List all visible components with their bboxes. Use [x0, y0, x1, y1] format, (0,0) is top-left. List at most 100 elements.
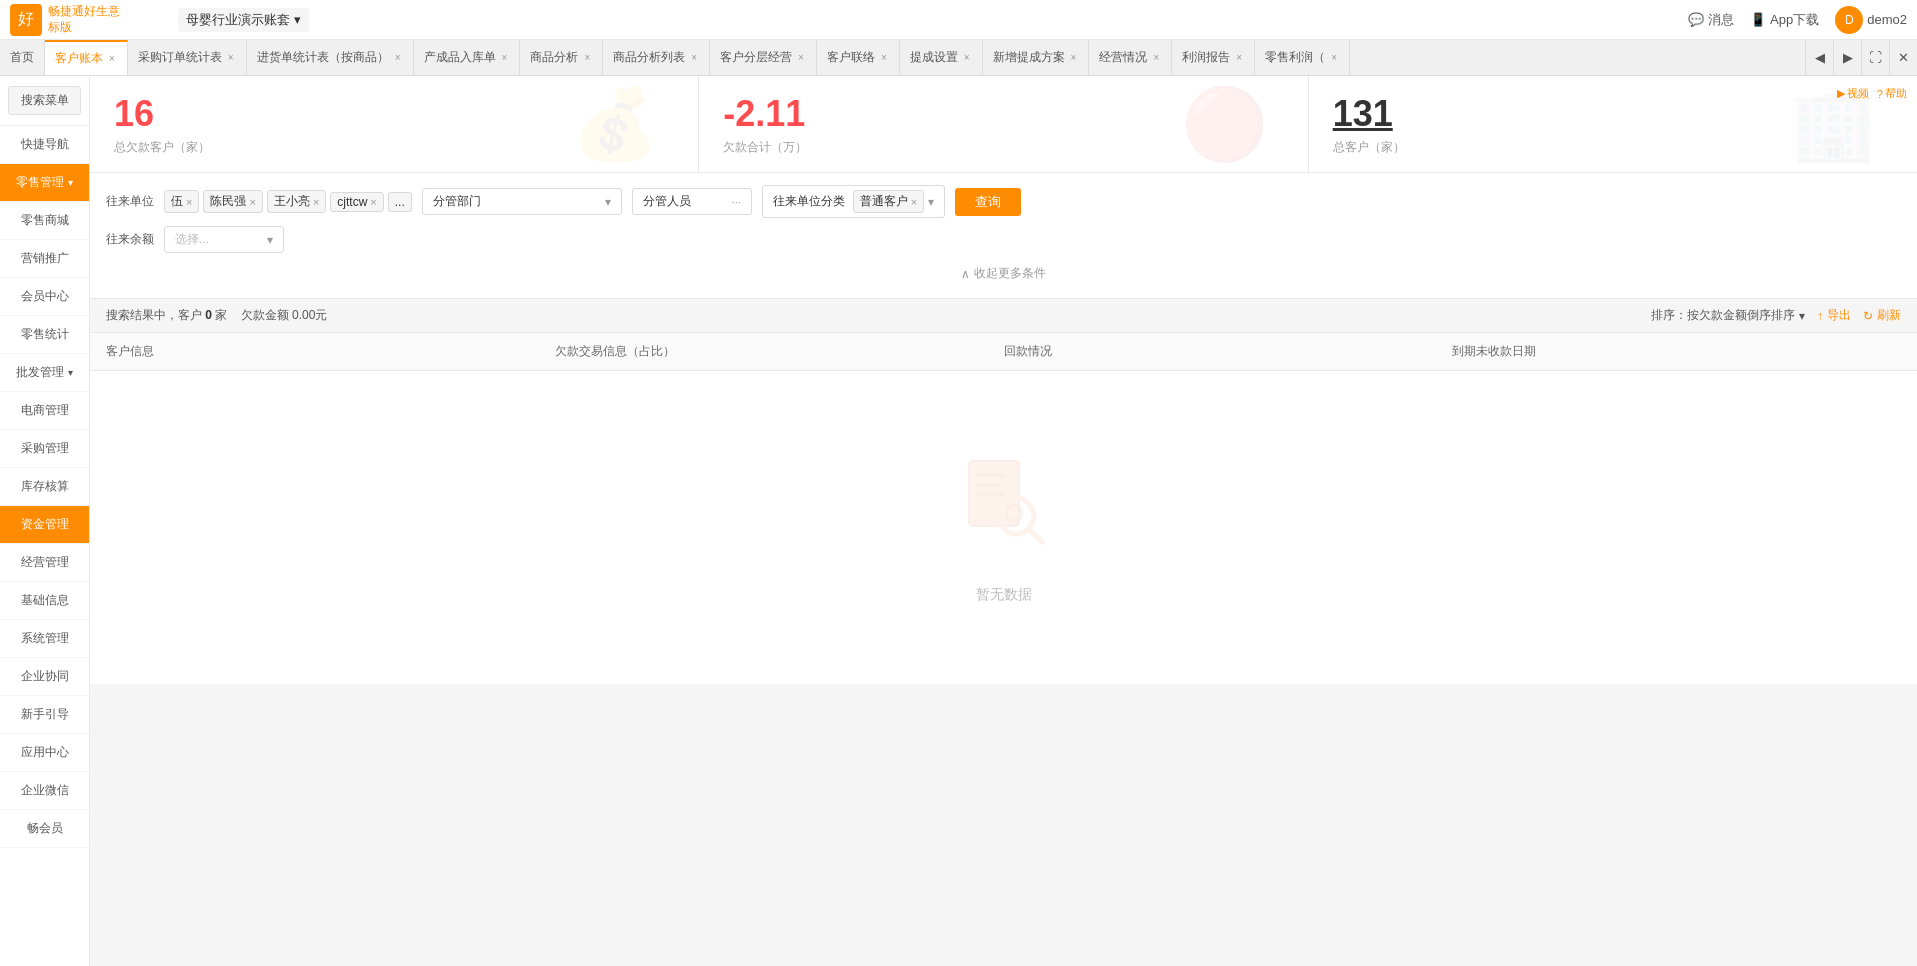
tab-close-product-in[interactable]: ×: [500, 51, 510, 64]
tab-home[interactable]: 首页: [0, 40, 45, 76]
tab-close-promotion-settings[interactable]: ×: [962, 51, 972, 64]
remove-tag-normal-customer[interactable]: ×: [911, 196, 917, 208]
filter-balance-label: 往来余额: [106, 231, 154, 248]
tab-goods-analysis[interactable]: 商品分析 ×: [520, 40, 603, 76]
video-help-link[interactable]: ▶ 视频: [1837, 86, 1869, 101]
filter-balance-select[interactable]: 选择... ▾: [164, 226, 284, 253]
tab-close-all[interactable]: ✕: [1889, 40, 1917, 76]
tab-close-purchase-order[interactable]: ×: [226, 51, 236, 64]
sidebar-item-system[interactable]: 系统管理: [0, 620, 89, 658]
filter-tag-cjttcw[interactable]: cjttcw ×: [330, 192, 383, 212]
sidebar-item-enterprise-wx[interactable]: 企业微信: [0, 772, 89, 810]
svg-rect-1: [976, 473, 1006, 477]
sidebar-item-cooperation[interactable]: 企业协同: [0, 658, 89, 696]
tabs-bar: 首页 客户账本 × 采购订单统计表 × 进货单统计表（按商品） × 产成品入库单…: [0, 40, 1917, 76]
export-button[interactable]: ↑ 导出: [1817, 307, 1851, 324]
tab-close-stock-in[interactable]: ×: [393, 51, 403, 64]
sidebar-item-newbie[interactable]: 新手引导: [0, 696, 89, 734]
filter-unit-type-select[interactable]: 往来单位分类 普通客户 × ▾: [762, 185, 945, 218]
filter-tag-wu[interactable]: 伍 ×: [164, 190, 199, 213]
sidebar-item-app-center[interactable]: 应用中心: [0, 734, 89, 772]
tab-maximize[interactable]: ⛶: [1861, 40, 1889, 76]
company-selector[interactable]: 母婴行业演示账套 ▾: [178, 8, 309, 32]
search-menu-button[interactable]: 搜索菜单: [8, 86, 81, 115]
sidebar-item-member[interactable]: 会员中心: [0, 278, 89, 316]
result-actions: 排序：按欠款金额倒序排序 ▾ ↑ 导出 ↻ 刷新: [1651, 307, 1901, 324]
sidebar-item-retail[interactable]: 零售管理 ▾: [0, 164, 89, 202]
help-link[interactable]: ? 帮助: [1877, 86, 1907, 101]
export-icon: ↑: [1817, 309, 1823, 323]
sidebar-item-quick-nav[interactable]: 快捷导航: [0, 126, 89, 164]
tab-close-business[interactable]: ×: [1151, 51, 1161, 64]
stat-card-customers: 💰 16 总欠款客户（家）: [90, 76, 698, 172]
result-bar: 搜索结果中，客户 0 家 欠款金额 0.00元 排序：按欠款金额倒序排序 ▾ ↑…: [90, 299, 1917, 333]
sidebar-item-marketing[interactable]: 营销推广: [0, 240, 89, 278]
empty-state: 暂无数据: [90, 371, 1917, 684]
collapse-btn[interactable]: ∧ 收起更多条件: [961, 265, 1046, 282]
main-content: 💰 16 总欠款客户（家） 🔴 -2.11 欠款合计（万） 🏢 ▶ 视频 ?: [90, 76, 1917, 966]
tab-close-accounts[interactable]: ×: [107, 52, 117, 65]
refresh-button[interactable]: ↻ 刷新: [1863, 307, 1901, 324]
tab-purchase-order[interactable]: 采购订单统计表 ×: [128, 40, 247, 76]
remove-tag-wu[interactable]: ×: [186, 196, 192, 208]
tab-promotion-settings[interactable]: 提成设置 ×: [900, 40, 983, 76]
tab-business[interactable]: 经营情况 ×: [1089, 40, 1172, 76]
sidebar-item-wholesale[interactable]: 批发管理 ▾: [0, 354, 89, 392]
tab-customer-contact[interactable]: 客户联络 ×: [817, 40, 900, 76]
filter-row-1: 往来单位 伍 × 陈民强 × 王小亮 × cjttcw: [106, 185, 1901, 218]
tab-close-customer-contact[interactable]: ×: [879, 51, 889, 64]
filter-tag-wang[interactable]: 王小亮 ×: [267, 190, 326, 213]
remove-tag-chen[interactable]: ×: [249, 196, 255, 208]
sidebar-item-retail-stats[interactable]: 零售统计: [0, 316, 89, 354]
stat-bg-icon-money: 💰: [571, 83, 658, 165]
sidebar-item-purchase[interactable]: 采购管理: [0, 430, 89, 468]
filter-row-2: 往来余额 选择... ▾: [106, 226, 1901, 253]
sidebar-item-finance[interactable]: 资金管理: [0, 506, 89, 544]
filter-tag-more[interactable]: ...: [388, 192, 412, 212]
tab-close-profit-report[interactable]: ×: [1234, 51, 1244, 64]
filter-area: 往来单位 伍 × 陈民强 × 王小亮 × cjttcw: [90, 173, 1917, 299]
tab-stock-in[interactable]: 进货单统计表（按商品） ×: [247, 40, 414, 76]
chevron-down-dept-icon: ▾: [605, 195, 611, 209]
filter-tag-normal-customer[interactable]: 普通客户 ×: [853, 190, 924, 213]
sidebar: 搜索菜单 快捷导航 零售管理 ▾ 零售商城 营销推广 会员中心 零售统计 批发管…: [0, 76, 90, 966]
tab-close-retail-profit[interactable]: ×: [1329, 51, 1339, 64]
tab-close-goods-analysis-list[interactable]: ×: [689, 51, 699, 64]
tab-product-in[interactable]: 产成品入库单 ×: [414, 40, 521, 76]
stat-bg-icon-debt: 🔴: [1181, 83, 1268, 165]
empty-icon: [954, 451, 1054, 570]
sort-selector[interactable]: 排序：按欠款金额倒序排序 ▾: [1651, 307, 1805, 324]
tab-close-goods-analysis[interactable]: ×: [582, 51, 592, 64]
filter-tag-chen[interactable]: 陈民强 ×: [203, 190, 262, 213]
sidebar-item-inventory[interactable]: 库存核算: [0, 468, 89, 506]
tab-close-new-promotion[interactable]: ×: [1069, 51, 1079, 64]
sidebar-item-member2[interactable]: 畅会员: [0, 810, 89, 848]
sidebar-item-basic-info[interactable]: 基础信息: [0, 582, 89, 620]
sidebar-item-ecommerce[interactable]: 电商管理: [0, 392, 89, 430]
user-profile[interactable]: D demo2: [1835, 6, 1907, 34]
tab-customer-tier[interactable]: 客户分层经营 ×: [710, 40, 817, 76]
play-icon: ▶: [1837, 87, 1845, 100]
tab-scroll-left[interactable]: ◀: [1805, 40, 1833, 76]
remove-tag-cjttcw[interactable]: ×: [370, 196, 376, 208]
tab-close-customer-tier[interactable]: ×: [796, 51, 806, 64]
tab-goods-analysis-list[interactable]: 商品分析列表 ×: [603, 40, 710, 76]
stat-value-total[interactable]: 131: [1333, 92, 1393, 135]
app-download-btn[interactable]: 📱 App下载: [1750, 11, 1819, 29]
result-info: 搜索结果中，客户 0 家 欠款金额 0.00元: [106, 307, 327, 324]
remove-tag-wang[interactable]: ×: [313, 196, 319, 208]
stat-card-debt: 🔴 -2.11 欠款合计（万）: [698, 76, 1307, 172]
tab-accounts[interactable]: 客户账本 ×: [45, 40, 128, 76]
tab-scroll-right[interactable]: ▶: [1833, 40, 1861, 76]
sidebar-item-operations[interactable]: 经营管理: [0, 544, 89, 582]
filter-person-input[interactable]: 分管人员 ···: [632, 188, 752, 215]
message-btn[interactable]: 💬 消息: [1688, 11, 1734, 29]
stat-value-customers: 16: [114, 92, 154, 135]
col-header-debt: 欠款交易信息（占比）: [555, 343, 1004, 360]
tab-profit-report[interactable]: 利润报告 ×: [1172, 40, 1255, 76]
tab-new-promotion[interactable]: 新增提成方案 ×: [983, 40, 1090, 76]
query-button[interactable]: 查询: [955, 188, 1021, 216]
filter-dept-select[interactable]: 分管部门 ▾: [422, 188, 622, 215]
tab-retail-profit[interactable]: 零售利润（ ×: [1255, 40, 1350, 76]
sidebar-item-retail-shop[interactable]: 零售商城: [0, 202, 89, 240]
